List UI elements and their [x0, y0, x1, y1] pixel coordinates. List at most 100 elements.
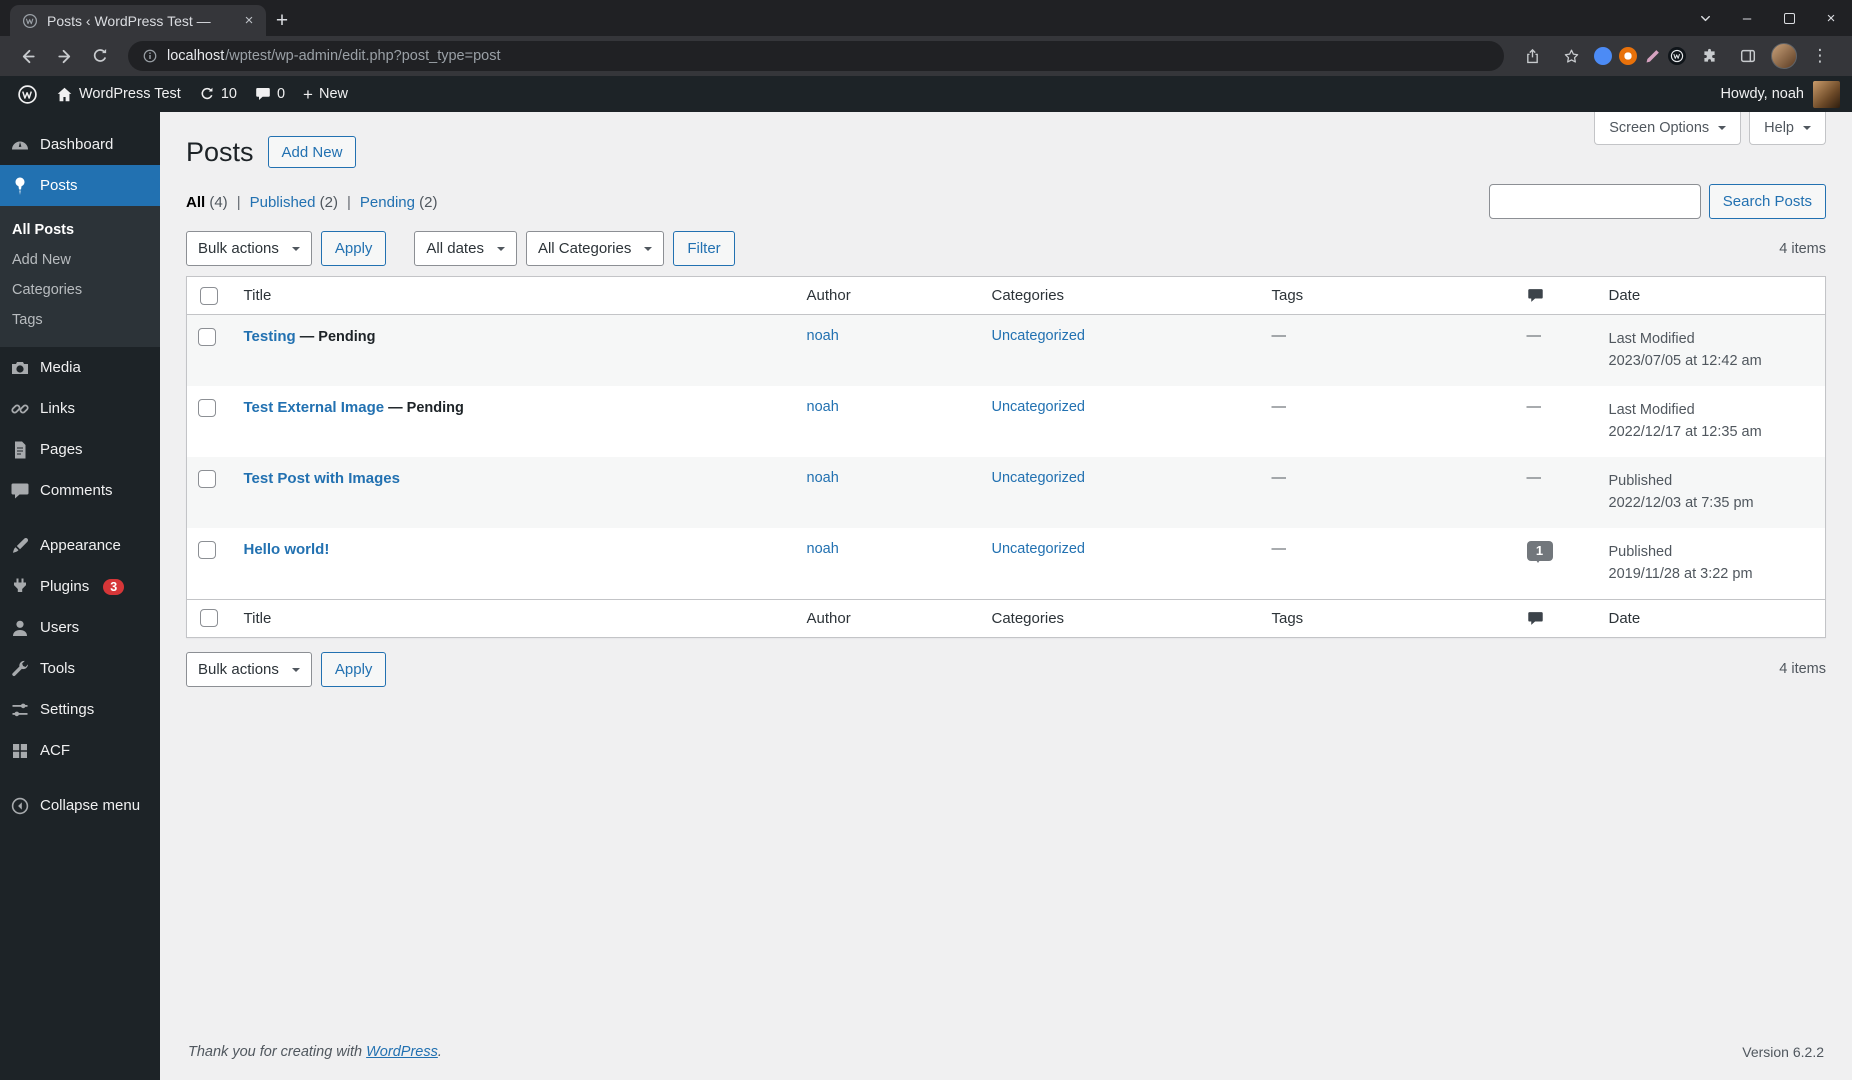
view-label[interactable]: Published — [250, 194, 316, 211]
sidebar-item-plugins[interactable]: Plugins 3 — [0, 566, 160, 607]
sidebar-item-users[interactable]: Users — [0, 607, 160, 648]
side-panel-icon[interactable] — [1732, 40, 1764, 72]
wp-logo-icon[interactable] — [8, 76, 47, 112]
bulk-actions-select[interactable]: Bulk actions — [186, 231, 312, 266]
minimize-button[interactable]: – — [1726, 0, 1768, 36]
extension-pencil-icon[interactable] — [1644, 48, 1661, 65]
view-pending[interactable]: Pending (2) — [360, 194, 438, 211]
sidebar-item-settings[interactable]: Settings — [0, 689, 160, 730]
sidebar-item-acf[interactable]: ACF — [0, 730, 160, 771]
category-link[interactable]: Uncategorized — [992, 328, 1086, 344]
collapse-menu-button[interactable]: Collapse menu — [0, 785, 160, 826]
view-label[interactable]: Pending — [360, 194, 415, 211]
new-tab-button[interactable]: + — [266, 5, 298, 36]
submenu-item-all-posts[interactable]: All Posts — [0, 215, 160, 245]
categories-filter-select[interactable]: All Categories — [525, 231, 665, 266]
column-footer-date[interactable]: Date — [1597, 598, 1826, 638]
author-link[interactable]: noah — [807, 399, 839, 415]
column-header-date[interactable]: Date — [1597, 276, 1826, 315]
close-window-button[interactable]: × — [1810, 0, 1852, 36]
view-published[interactable]: Published (2) — [250, 194, 338, 211]
maximize-button[interactable] — [1768, 0, 1810, 36]
forward-button[interactable] — [48, 40, 80, 72]
site-info-icon[interactable] — [142, 48, 158, 64]
sidebar-item-appearance[interactable]: Appearance — [0, 525, 160, 566]
posts-submenu: All Posts Add New Categories Tags — [0, 206, 160, 347]
apply-button-bottom[interactable]: Apply — [320, 651, 387, 687]
extension-wordpress-icon[interactable] — [1668, 47, 1686, 65]
help-button[interactable]: Help — [1749, 112, 1826, 145]
share-icon[interactable] — [1516, 40, 1548, 72]
search-posts-button[interactable]: Search Posts — [1708, 184, 1826, 219]
extension-blue-icon[interactable] — [1594, 47, 1612, 65]
browser-chrome: Posts ‹ WordPress Test — × + – × localho… — [0, 0, 1852, 76]
collapse-menu-label: Collapse menu — [40, 797, 141, 814]
site-name: WordPress Test — [79, 86, 181, 102]
search-input[interactable] — [1488, 184, 1701, 219]
row-checkbox[interactable] — [198, 540, 216, 559]
submenu-item-add-new[interactable]: Add New — [0, 245, 160, 275]
post-title-link[interactable]: Testing — [244, 328, 296, 345]
sidebar-item-tools[interactable]: Tools — [0, 648, 160, 689]
row-checkbox[interactable] — [198, 398, 216, 417]
tab-close-icon[interactable]: × — [240, 12, 258, 30]
my-account-menu[interactable]: Howdy, noah — [1720, 80, 1840, 108]
sidebar-item-links[interactable]: Links — [0, 388, 160, 429]
author-link[interactable]: noah — [807, 470, 839, 486]
posts-table: Title Author Categories Tags Date Testin… — [186, 276, 1826, 638]
bookmark-star-icon[interactable] — [1555, 40, 1587, 72]
page-title: Posts — [186, 136, 254, 167]
new-content-menu[interactable]: + New — [294, 76, 357, 112]
category-link[interactable]: Uncategorized — [992, 399, 1086, 415]
back-button[interactable] — [12, 40, 44, 72]
view-all[interactable]: All (4) — [186, 194, 228, 211]
plus-icon: + — [303, 84, 313, 104]
bulk-actions-select-bottom[interactable]: Bulk actions — [186, 651, 312, 687]
comments-menu[interactable]: 0 — [246, 76, 294, 112]
post-title-link[interactable]: Test Post with Images — [244, 470, 400, 487]
browser-profile-avatar[interactable] — [1771, 43, 1797, 69]
sidebar-item-dashboard[interactable]: Dashboard — [0, 124, 160, 165]
updates-menu[interactable]: 10 — [190, 76, 246, 112]
browser-tab[interactable]: Posts ‹ WordPress Test — × — [10, 5, 266, 36]
sidebar-item-media[interactable]: Media — [0, 347, 160, 388]
column-header-author: Author — [795, 276, 981, 315]
extension-orange-icon[interactable] — [1619, 47, 1637, 65]
add-new-button[interactable]: Add New — [267, 136, 357, 168]
select-all-checkbox[interactable] — [200, 609, 218, 628]
tab-search-chevron-icon[interactable] — [1684, 0, 1726, 36]
author-link[interactable]: noah — [807, 541, 839, 557]
sidebar-item-label: Posts — [40, 177, 78, 194]
sidebar-item-posts[interactable]: Posts — [0, 165, 160, 206]
filter-button[interactable]: Filter — [673, 231, 735, 266]
tab-favicon-wordpress-icon — [22, 13, 38, 29]
category-link[interactable]: Uncategorized — [992, 541, 1086, 557]
sidebar-item-pages[interactable]: Pages — [0, 429, 160, 470]
table-row: Hello world! noah Uncategorized — 1 Publ… — [187, 528, 1826, 599]
date-status: Published — [1608, 543, 1673, 560]
admin-footer: Thank you for creating with WordPress. V… — [186, 1028, 1826, 1080]
apply-button[interactable]: Apply — [320, 231, 387, 266]
post-title-link[interactable]: Hello world! — [244, 541, 330, 558]
wordpress-link[interactable]: WordPress — [366, 1044, 438, 1060]
column-header-tags: Tags — [1260, 276, 1516, 315]
site-name-menu[interactable]: WordPress Test — [47, 76, 190, 112]
post-title-link[interactable]: Test External Image — [244, 399, 385, 416]
row-checkbox[interactable] — [198, 328, 216, 346]
column-footer-title[interactable]: Title — [232, 598, 796, 638]
screen-options-button[interactable]: Screen Options — [1594, 112, 1742, 145]
reload-button[interactable] — [84, 40, 116, 72]
dates-filter-select[interactable]: All dates — [414, 231, 517, 266]
row-checkbox[interactable] — [198, 469, 216, 488]
author-link[interactable]: noah — [807, 328, 839, 344]
extensions-puzzle-icon[interactable] — [1693, 40, 1725, 72]
comment-count-badge[interactable]: 1 — [1526, 540, 1553, 563]
submenu-item-tags[interactable]: Tags — [0, 305, 160, 335]
select-all-checkbox[interactable] — [200, 286, 218, 305]
address-bar[interactable]: localhost/wptest/wp-admin/edit.php?post_… — [128, 41, 1504, 71]
column-header-title[interactable]: Title — [232, 276, 796, 315]
category-link[interactable]: Uncategorized — [992, 470, 1086, 486]
submenu-item-categories[interactable]: Categories — [0, 275, 160, 305]
browser-menu-kebab-icon[interactable]: ⋮ — [1804, 40, 1836, 72]
sidebar-item-comments[interactable]: Comments — [0, 470, 160, 511]
